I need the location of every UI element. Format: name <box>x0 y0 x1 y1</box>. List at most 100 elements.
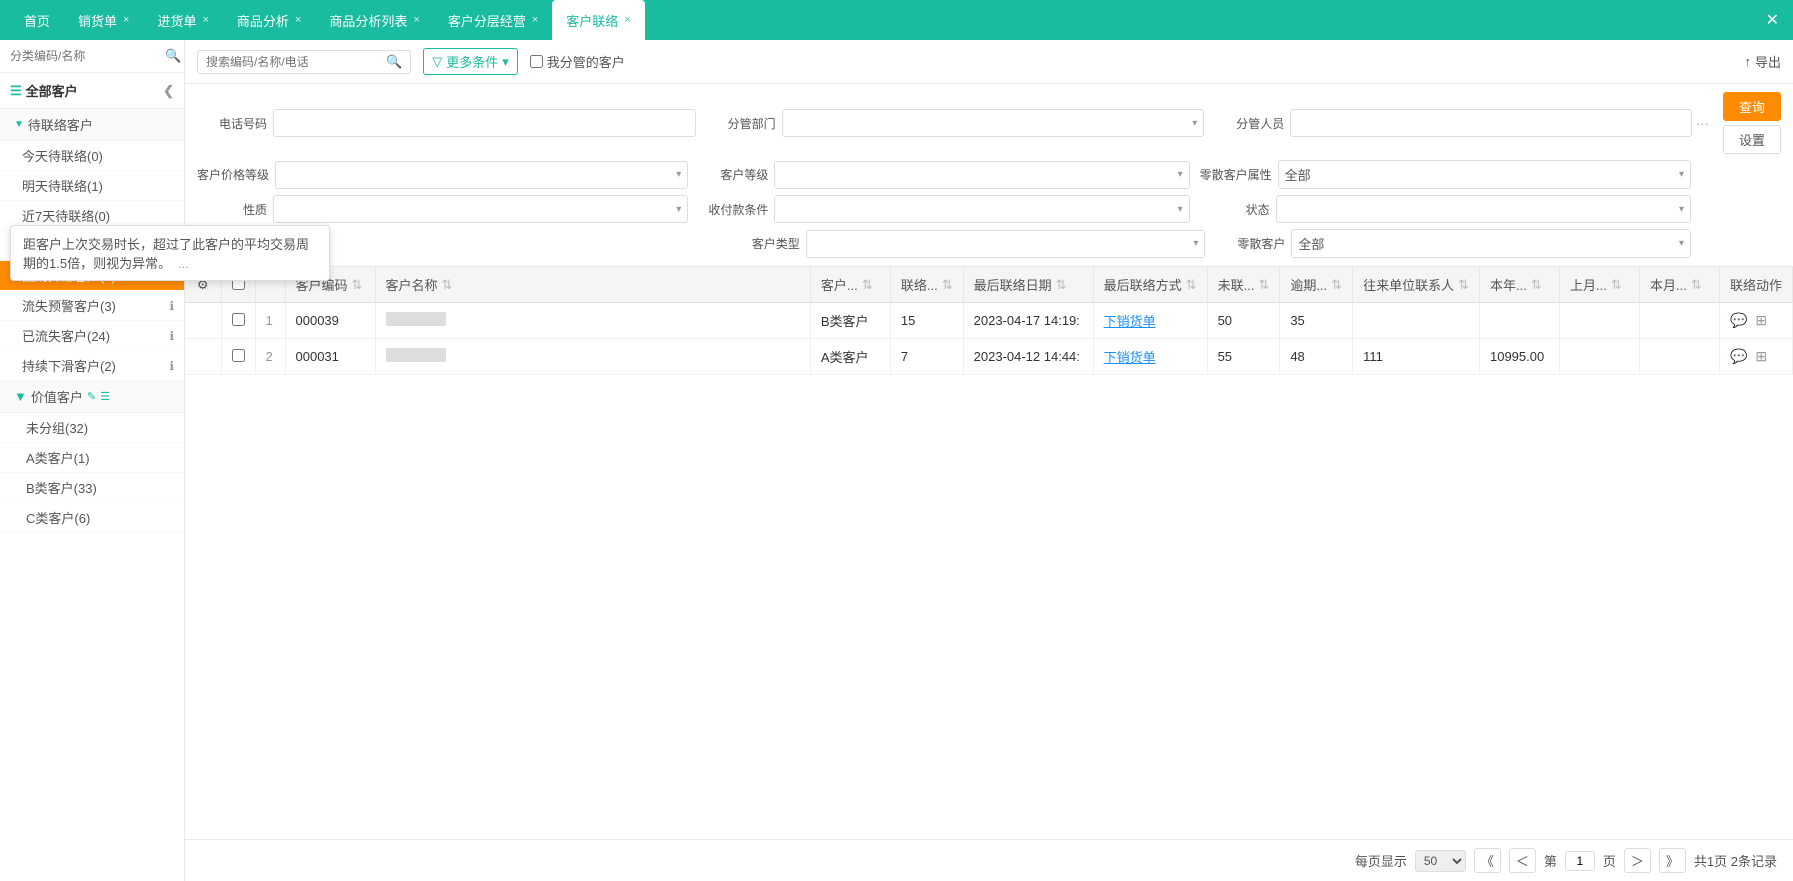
filter-status: 状态 ▾ <box>1200 195 1691 223</box>
td-thismonth-2 <box>1639 339 1719 375</box>
sort-uncontact-icon: ⇅ <box>1258 277 1269 293</box>
filter-person: 分管人员 ··· <box>1214 109 1713 137</box>
nav-tab-purchase[interactable]: 进货单 × <box>143 0 222 40</box>
sidebar-item-class-b[interactable]: B类客户(33) <box>0 473 184 503</box>
td-method-2[interactable]: 下销货单 <box>1093 339 1207 375</box>
nav-tab-sales[interactable]: 销货单 × <box>64 0 143 40</box>
nav-tab-product-list[interactable]: 商品分析列表 × <box>315 0 433 40</box>
contact-icon-2[interactable]: 💬 <box>1730 348 1747 365</box>
sidebar-item-class-a[interactable]: A类客户(1) <box>0 443 184 473</box>
sidebar-search-icon[interactable]: 🔍 <box>165 48 181 64</box>
filter-customer-level-select[interactable]: ▾ <box>774 161 1189 189</box>
td-checkbox-2[interactable] <box>221 339 255 375</box>
filter-person-input[interactable] <box>1290 109 1692 137</box>
nav-tab-customer-contact[interactable]: 客户联络 × <box>552 0 644 40</box>
close-segment-tab-icon[interactable]: × <box>532 14 538 26</box>
filter-status-select[interactable]: ▾ <box>1276 195 1691 223</box>
sidebar-item-declining[interactable]: 持续下滑客户(2) ℹ <box>0 351 184 381</box>
th-contact-count[interactable]: 联络... ⇅ <box>890 267 963 303</box>
more-filters-button[interactable]: ▽ 更多条件 ▾ <box>423 48 518 75</box>
main-search-input[interactable] <box>206 55 386 69</box>
sidebar-item-unclassified[interactable]: 未分组(32) <box>0 413 184 443</box>
filter-action-buttons: 查询 设置 <box>1723 92 1781 154</box>
td-gear-1 <box>185 303 221 339</box>
row-checkbox-2[interactable] <box>232 349 245 362</box>
th-overdue-days[interactable]: 逾期... ⇅ <box>1280 267 1353 303</box>
sidebar-group-waiting-contact[interactable]: ▼ 待联络客户 <box>0 109 184 141</box>
settings-button[interactable]: 设置 <box>1723 125 1781 154</box>
th-customer-type[interactable]: 客户... ⇅ <box>810 267 890 303</box>
filter-row-2: 客户价格等级 ▾ 客户等级 ▾ 零散客户属性 全部▾ <box>197 160 1781 189</box>
top-navigation: 首页 销货单 × 进货单 × 商品分析 × 商品分析列表 × 客户分层经营 × … <box>0 0 1793 40</box>
export-button[interactable]: ↑ 导出 <box>1744 52 1781 71</box>
td-lastmonth-1 <box>1559 303 1639 339</box>
th-last-month[interactable]: 上月... ⇅ <box>1559 267 1639 303</box>
filter-dept-select[interactable]: ▾ <box>782 109 1205 137</box>
nav-tab-product-analysis[interactable]: 商品分析 × <box>223 0 315 40</box>
more-action-icon-2[interactable]: ⊞ <box>1755 348 1767 365</box>
per-page-select[interactable]: 50 100 200 <box>1415 850 1466 872</box>
td-contactperson-2: 111 <box>1353 339 1480 375</box>
next-page-button[interactable]: ＞ <box>1624 848 1651 873</box>
filter-retail-attr-select[interactable]: 全部▾ <box>1278 160 1691 189</box>
sort-lastmonth-icon: ⇅ <box>1611 277 1622 293</box>
filter-person-dots[interactable]: ··· <box>1692 116 1713 131</box>
page-number-input[interactable] <box>1565 851 1595 871</box>
td-code-1: 000039 <box>285 303 375 339</box>
main-layout: 🔍 ☰ 全部客户 ❮ ▼ 待联络客户 今天待联络(0) 明天待联络(1) 近7天… <box>0 40 1793 881</box>
filter-retail-customer-select[interactable]: 全部▾ <box>1291 229 1691 258</box>
add-subgroup-icon[interactable]: ☰ <box>100 390 110 403</box>
th-contact-person[interactable]: 往来单位联系人 ⇅ <box>1353 267 1480 303</box>
td-name-1 <box>375 303 810 339</box>
th-year-amount[interactable]: 本年... ⇅ <box>1479 267 1559 303</box>
last-page-button[interactable]: 》 <box>1659 848 1686 873</box>
sidebar-item-churn-warning[interactable]: 流失预警客户(3) ℹ <box>0 291 184 321</box>
filter-dept: 分管部门 ▾ <box>706 109 1205 137</box>
edit-subgroup-icon[interactable]: ✎ <box>87 390 96 403</box>
filter-phone-input[interactable] <box>273 109 696 137</box>
td-name-2 <box>375 339 810 375</box>
contact-icon-1[interactable]: 💬 <box>1730 312 1747 329</box>
tooltip-repurchase-info: 距客户上次交易时长，超过了此客户的平均交易周期的1.5倍，则视为异常。 <box>185 225 330 281</box>
th-uncontact-days[interactable]: 未联... ⇅ <box>1207 267 1280 303</box>
sidebar-item-class-c[interactable]: C类客户(6) <box>0 503 184 533</box>
filter-customer-type: 客户类型 ▾ <box>730 230 1206 258</box>
filter-customer-type-select[interactable]: ▾ <box>806 230 1206 258</box>
prev-page-button[interactable]: ＜ <box>1509 848 1536 873</box>
td-checkbox-1[interactable] <box>221 303 255 339</box>
row-checkbox-1[interactable] <box>232 313 245 326</box>
th-last-contact-method[interactable]: 最后联络方式 ⇅ <box>1093 267 1207 303</box>
sidebar-item-churned[interactable]: 已流失客户(24) ℹ <box>0 321 184 351</box>
th-customer-name[interactable]: 客户名称 ⇅ <box>375 267 810 303</box>
filter-nature: 性质 ▾ <box>197 195 688 223</box>
td-overdue-2: 48 <box>1280 339 1353 375</box>
filter-price-level-select[interactable]: ▾ <box>275 161 688 189</box>
query-button[interactable]: 查询 <box>1723 92 1781 121</box>
close-analysis-tab-icon[interactable]: × <box>295 14 301 26</box>
th-last-contact-date[interactable]: 最后联络日期 ⇅ <box>963 267 1093 303</box>
td-year-2: 10995.00 <box>1479 339 1559 375</box>
my-customers-checkbox[interactable] <box>530 55 543 68</box>
sidebar-search-input[interactable] <box>10 49 165 63</box>
sidebar-collapse-icon[interactable]: ❮ <box>163 83 174 99</box>
close-all-tabs-icon[interactable]: ✕ <box>1766 10 1779 30</box>
filter-nature-select[interactable]: ▾ <box>273 195 688 223</box>
close-contact-tab-icon[interactable]: × <box>624 14 630 26</box>
sidebar-item-tomorrow-contact[interactable]: 明天待联络(1) <box>0 171 184 201</box>
td-thismonth-1 <box>1639 303 1719 339</box>
main-search-icon[interactable]: 🔍 <box>386 54 402 70</box>
table-header-row: ⚙ 客户编码 ⇅ 客户名称 <box>185 267 1793 303</box>
th-this-month[interactable]: 本月... ⇅ <box>1639 267 1719 303</box>
nav-tab-home[interactable]: 首页 <box>10 0 64 40</box>
close-sales-tab-icon[interactable]: × <box>123 14 129 26</box>
sidebar-subgroup-value-customers[interactable]: ▼ 价值客户 ✎ ☰ <box>0 381 184 413</box>
first-page-button[interactable]: 《 <box>1474 848 1501 873</box>
nav-tab-customer-segment[interactable]: 客户分层经营 × <box>434 0 552 40</box>
my-customers-checkbox-area[interactable]: 我分管的客户 <box>530 52 625 71</box>
filter-payment-select[interactable]: ▾ <box>774 195 1189 223</box>
close-purchase-tab-icon[interactable]: × <box>202 14 208 26</box>
sidebar-item-today-contact[interactable]: 今天待联络(0) <box>0 141 184 171</box>
close-list-tab-icon[interactable]: × <box>413 14 419 26</box>
more-action-icon-1[interactable]: ⊞ <box>1755 312 1767 329</box>
td-method-1[interactable]: 下销货单 <box>1093 303 1207 339</box>
